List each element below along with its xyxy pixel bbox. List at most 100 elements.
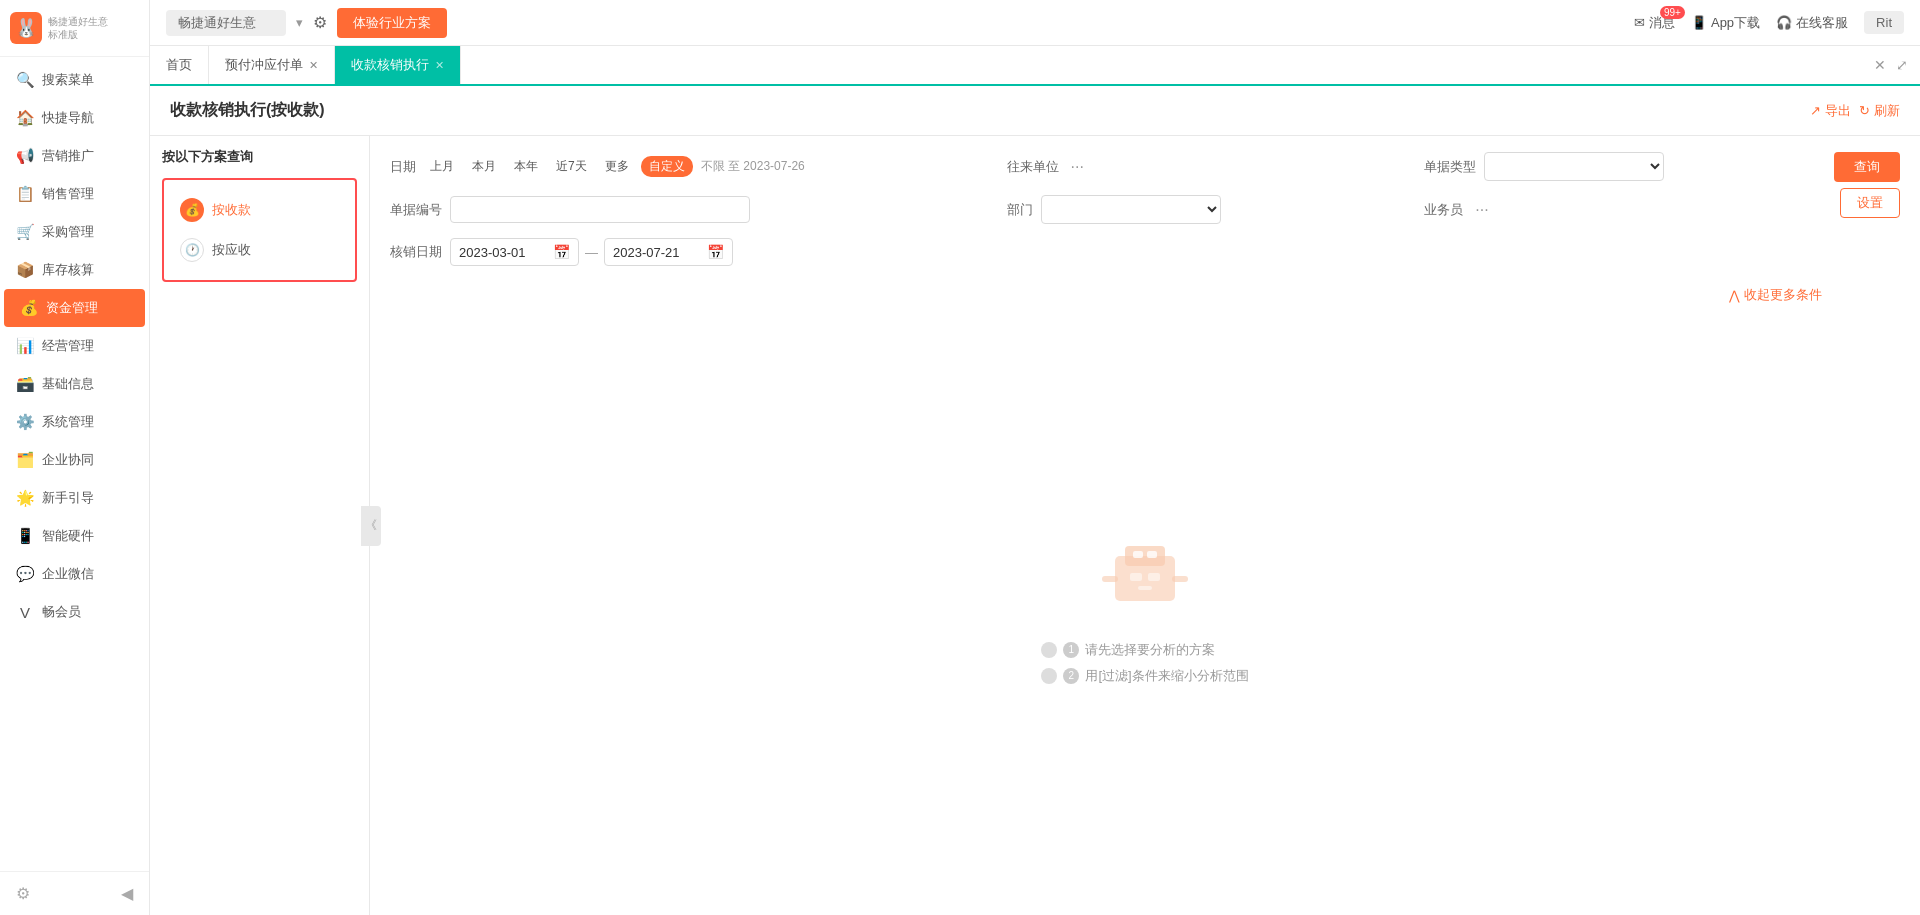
topbar: 畅捷通好生意 ▾ ⚙ 体验行业方案 ✉ 消息 99+ 📱 App下载 🎧 在线客… <box>150 0 1920 46</box>
counterpart-ellipsis[interactable]: ··· <box>1067 158 1088 176</box>
filter-option-label: 按收款 <box>212 201 251 219</box>
sidebar-item-search[interactable]: 🔍 搜索菜单 <box>0 61 149 99</box>
sidebar-item-quick-nav[interactable]: 🏠 快捷导航 <box>0 99 149 137</box>
sidebar-item-operations[interactable]: 📊 经营管理 <box>0 327 149 365</box>
bill-no-label: 单据编号 <box>390 201 442 219</box>
sidebar-nav: 🔍 搜索菜单 🏠 快捷导航 📢 营销推广 📋 销售管理 🛒 采购管理 📦 库存核… <box>0 57 149 871</box>
query-actions: 查询 设置 <box>1834 152 1900 310</box>
form-row-1: 日期 上月 本月 本年 近7天 更多 自定义 <box>390 152 1822 181</box>
staff-field: 业务员 ··· <box>1424 201 1822 219</box>
message-button[interactable]: ✉ 消息 99+ <box>1634 14 1675 32</box>
verify-date-end-input[interactable] <box>613 245 703 260</box>
marketing-icon: 📢 <box>16 147 34 165</box>
message-badge: 99+ <box>1660 6 1685 19</box>
sidebar-item-marketing[interactable]: 📢 营销推广 <box>0 137 149 175</box>
topbar-brand: 畅捷通好生意 <box>166 10 286 36</box>
collection-option-icon: 💰 <box>180 198 204 222</box>
user-menu[interactable]: Rit <box>1864 11 1904 34</box>
date-label: 日期 <box>390 158 416 176</box>
dept-field: 部门 <box>1007 195 1405 224</box>
tab-collection-close[interactable]: ✕ <box>435 59 444 72</box>
sidebar-item-guide[interactable]: 🌟 新手引导 <box>0 479 149 517</box>
verify-date-field: 核销日期 📅 — 📅 <box>390 238 995 266</box>
date-btn-this-year[interactable]: 本年 <box>508 156 544 177</box>
sidebar-item-hardware[interactable]: 📱 智能硬件 <box>0 517 149 555</box>
sidebar-item-basic-info[interactable]: 🗃️ 基础信息 <box>0 365 149 403</box>
sidebar-item-purchase[interactable]: 🛒 采购管理 <box>0 213 149 251</box>
home-icon: 🏠 <box>16 109 34 127</box>
app-icon: 📱 <box>1691 15 1707 30</box>
tab-home[interactable]: 首页 <box>150 46 209 84</box>
form-row-2: 单据编号 部门 <box>390 195 1822 224</box>
sidebar-item-label: 企业微信 <box>42 565 94 583</box>
refresh-button[interactable]: ↻ 刷新 <box>1859 102 1900 120</box>
settings-bottom-icon[interactable]: ⚙ <box>16 884 30 903</box>
sidebar-item-wechat[interactable]: 💬 企业微信 <box>0 555 149 593</box>
sidebar-item-member[interactable]: V 畅会员 <box>0 593 149 631</box>
verify-date-label: 核销日期 <box>390 243 442 261</box>
member-icon: V <box>16 604 34 621</box>
staff-label: 业务员 <box>1424 201 1463 219</box>
verify-date-start-input[interactable] <box>459 245 549 260</box>
verify-date-start-wrapper: 📅 <box>450 238 579 266</box>
expand-icon[interactable]: ⤢ <box>1896 57 1908 73</box>
collapse-sidebar-icon[interactable]: ◀ <box>121 884 133 903</box>
calendar-end-icon[interactable]: 📅 <box>707 244 724 260</box>
collapse-more-button[interactable]: ⋀ 收起更多条件 <box>1729 280 1822 310</box>
sidebar-item-label: 畅会员 <box>42 603 81 621</box>
enterprise-icon: 🗂️ <box>16 451 34 469</box>
app-download-button[interactable]: 📱 App下载 <box>1691 14 1760 32</box>
service-icon: 🎧 <box>1776 15 1792 30</box>
dept-select[interactable] <box>1041 195 1221 224</box>
panel-collapse-button[interactable]: 《 <box>361 506 381 546</box>
online-service-button[interactable]: 🎧 在线客服 <box>1776 14 1848 32</box>
date-btn-this-month[interactable]: 本月 <box>466 156 502 177</box>
bill-no-input[interactable] <box>450 196 750 223</box>
filter-option-by-collection[interactable]: 💰 按收款 <box>174 190 345 230</box>
tabbar-actions: ✕ ⤢ <box>1862 46 1920 84</box>
sidebar-item-label: 销售管理 <box>42 185 94 203</box>
filter-options-container: 💰 按收款 🕐 按应收 <box>162 178 357 282</box>
hardware-icon: 📱 <box>16 527 34 545</box>
export-button[interactable]: ↗ 导出 <box>1810 102 1851 120</box>
svg-rect-2 <box>1133 551 1143 558</box>
filter-option-by-receivable[interactable]: 🕐 按应收 <box>174 230 345 270</box>
sidebar-item-inventory[interactable]: 📦 库存核算 <box>0 251 149 289</box>
svg-rect-5 <box>1148 573 1160 581</box>
topbar-right: ✉ 消息 99+ 📱 App下载 🎧 在线客服 Rit <box>1634 11 1904 34</box>
empty-tips: 1 请先选择要分析的方案 2 用[过滤]条件来缩小分析范围 <box>1041 637 1248 689</box>
query-button[interactable]: 查询 <box>1834 152 1900 182</box>
receivable-option-icon: 🕐 <box>180 238 204 262</box>
sidebar-item-finance[interactable]: 💰 资金管理 <box>4 289 145 327</box>
dropdown-icon[interactable]: ▾ <box>296 15 303 30</box>
date-btn-last-month[interactable]: 上月 <box>424 156 460 177</box>
counterpart-field: 往来单位 ··· <box>1007 158 1405 176</box>
date-field: 日期 上月 本月 本年 近7天 更多 自定义 <box>390 156 987 177</box>
gear-icon[interactable]: ⚙ <box>313 13 327 32</box>
calendar-start-icon[interactable]: 📅 <box>553 244 570 260</box>
staff-ellipsis[interactable]: ··· <box>1471 201 1492 219</box>
finance-icon: 💰 <box>20 299 38 317</box>
page-content: 收款核销执行(按收款) ↗ 导出 ↻ 刷新 按以下方案查询 💰 <box>150 86 1920 915</box>
filter-option-label: 按应收 <box>212 241 251 259</box>
settings-button[interactable]: 设置 <box>1840 188 1900 218</box>
tab-collection[interactable]: 收款核销执行 ✕ <box>335 46 461 84</box>
date-btn-7days[interactable]: 近7天 <box>550 156 593 177</box>
logo-text: 畅捷通好生意 标准版 <box>48 15 108 41</box>
date-btn-more[interactable]: 更多 <box>599 156 635 177</box>
date-range-separator: — <box>585 245 598 260</box>
counterpart-label: 往来单位 <box>1007 158 1059 176</box>
page-header-actions: ↗ 导出 ↻ 刷新 <box>1810 102 1900 134</box>
tab-prepay-close[interactable]: ✕ <box>309 59 318 72</box>
bill-no-field: 单据编号 <box>390 196 987 223</box>
sidebar-item-sales[interactable]: 📋 销售管理 <box>0 175 149 213</box>
close-all-icon[interactable]: ✕ <box>1874 57 1886 73</box>
date-custom-badge[interactable]: 自定义 <box>641 156 693 177</box>
export-icon: ↗ <box>1810 103 1821 118</box>
tab-prepay[interactable]: 预付冲应付单 ✕ <box>209 46 335 84</box>
bill-type-select[interactable] <box>1484 152 1664 181</box>
sidebar-item-system[interactable]: ⚙️ 系统管理 <box>0 403 149 441</box>
sidebar-item-enterprise[interactable]: 🗂️ 企业协同 <box>0 441 149 479</box>
step2-num: 2 <box>1063 668 1079 684</box>
solution-button[interactable]: 体验行业方案 <box>337 8 447 38</box>
